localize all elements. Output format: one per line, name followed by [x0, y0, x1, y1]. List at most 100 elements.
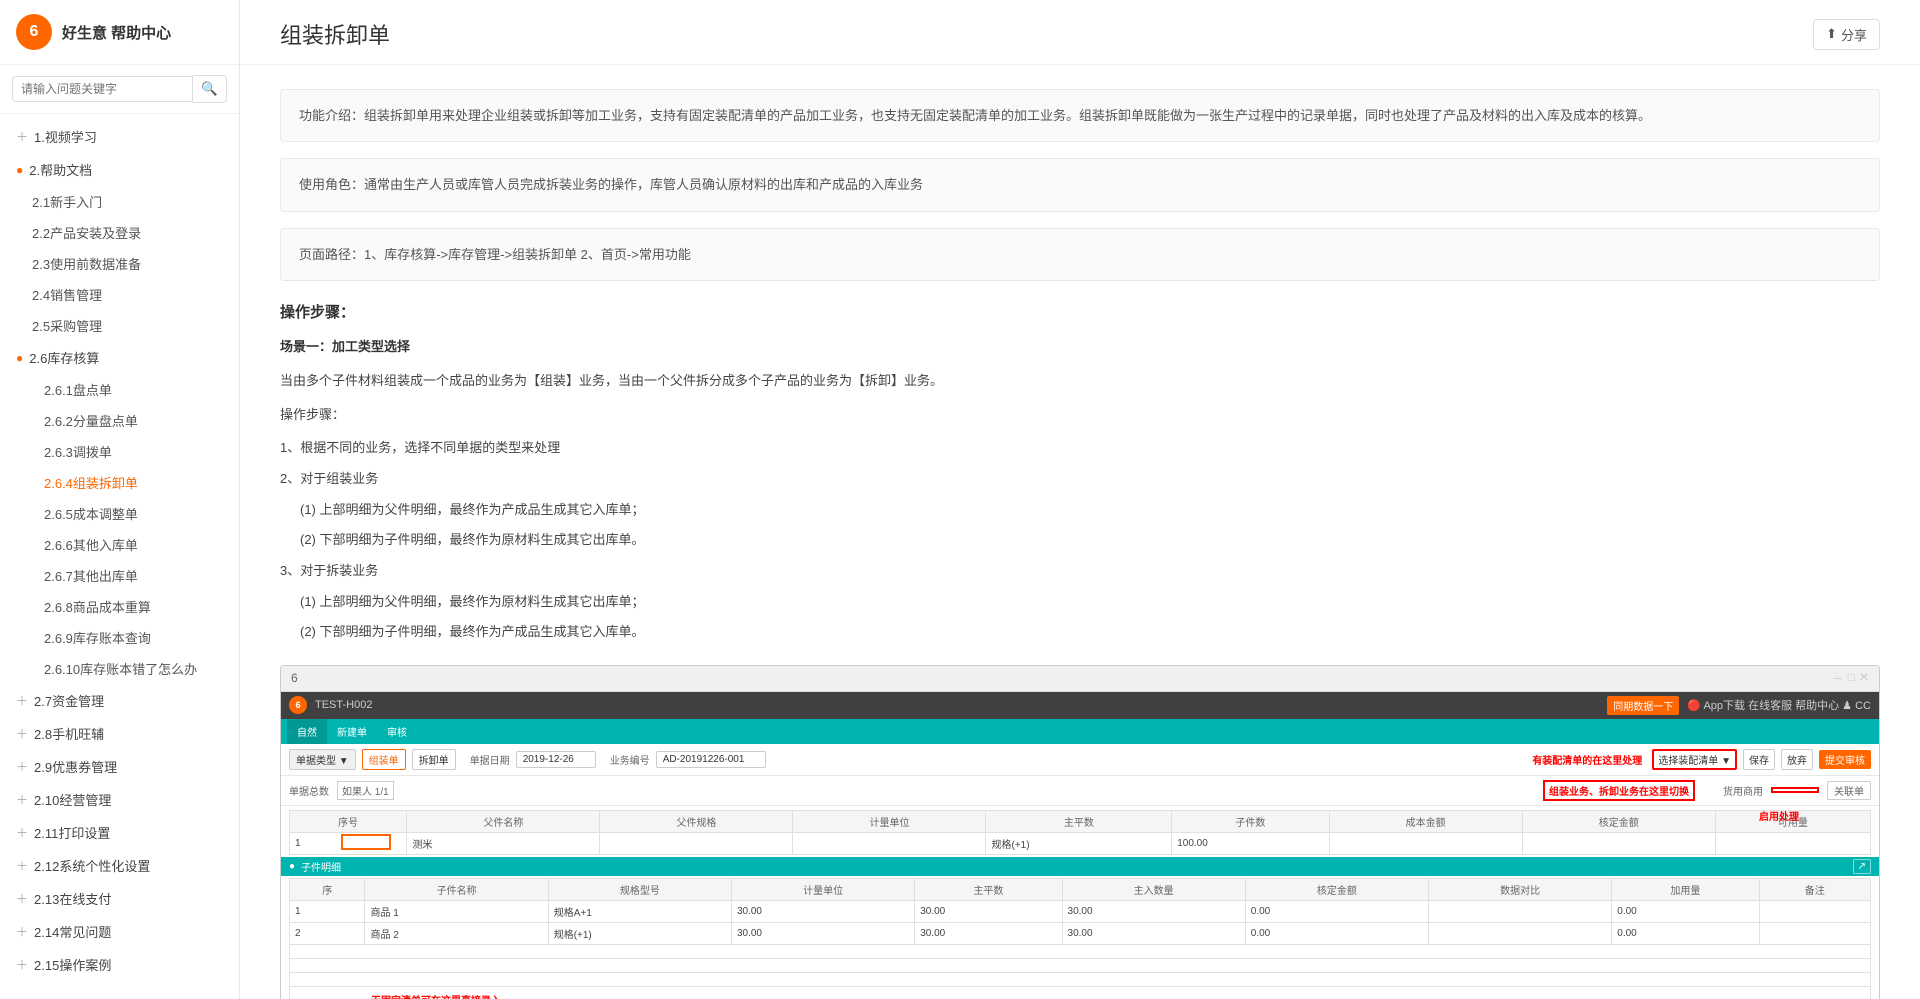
- td2-qtyp-2: 30.00: [731, 922, 914, 944]
- page-header: 组装拆卸单 ⬆ 分享: [240, 0, 1920, 65]
- inner-company: TEST-H002: [315, 699, 372, 711]
- inner-nav-item-1: 自然: [287, 719, 327, 744]
- plus-icon-2-7: ＋: [16, 692, 28, 709]
- th2-remark: 备注: [1759, 878, 1870, 900]
- sidebar-item-2-6-1[interactable]: 2.6.1盘点单: [0, 374, 239, 405]
- search-input[interactable]: [12, 76, 193, 102]
- search-box: 🔍: [0, 65, 239, 114]
- th2-unit: 主平数: [915, 878, 1062, 900]
- inner-topbar-icons: 🔴 App下载 在线客服 帮助中心 ♟ CC: [1687, 697, 1871, 713]
- inner-btn-bom: 选择装配清单 ▼: [1652, 749, 1737, 770]
- sidebar-item-2-8[interactable]: ＋ 2.8手机旺辅: [0, 717, 239, 750]
- share-label: 分享: [1841, 25, 1867, 44]
- sidebar-item-2-6-6[interactable]: 2.6.6其他入库单: [0, 529, 239, 560]
- sidebar-item-2-6[interactable]: ● 2.6库存核算: [0, 341, 239, 374]
- minus-icon: ●: [16, 163, 23, 177]
- sidebar-item-2-7[interactable]: ＋ 2.7资金管理: [0, 684, 239, 717]
- label-yonghuo: 货用商用: [1723, 783, 1763, 798]
- sidebar-item-2-9[interactable]: ＋ 2.9优惠券管理: [0, 750, 239, 783]
- th2-qty-act: 主入数量: [1062, 878, 1245, 900]
- field-sub1: 如果人 1/1: [337, 781, 394, 800]
- step-2-1: (1) 上部明细为父件明细，最终作为产成品生成其它入库单；: [300, 498, 1880, 523]
- ops-steps-label: 操作步骤：: [280, 402, 1880, 428]
- td2-cost-2: 0.00: [1245, 922, 1428, 944]
- sidebar-item-2-6-5[interactable]: 2.6.5成本调整单: [0, 498, 239, 529]
- inner-toolbar-row1: 单据类型 ▼ 组装单 拆卸单 单据日期 2019-12-26 业务编号 AD-2…: [281, 744, 1879, 776]
- content-area: 组装拆卸单 ⬆ 分享 功能介绍：组装拆卸单用来处理企业组装或拆卸等加工业务，支持…: [240, 0, 1920, 999]
- inner-tables-container: 启用处理 序号 父件名称 父件规格 计量单位: [281, 806, 1879, 999]
- sidebar-item-2-1[interactable]: 2.1新手入门: [0, 186, 239, 217]
- sidebar-item-2[interactable]: ● 2.帮助文档: [0, 153, 239, 186]
- sidebar-item-2-5[interactable]: 2.5采购管理: [0, 310, 239, 341]
- inner-topbar: 6 TEST-H002 同期数据一下 🔴 App下载 在线客服 帮助中心 ♟ C…: [281, 692, 1879, 719]
- plus-icon-2-15: ＋: [16, 956, 28, 973]
- td-seq-1: 1: [290, 832, 407, 854]
- inner-nav-item-3: 审核: [377, 719, 417, 744]
- td2-avail-2: 0.00: [1612, 922, 1759, 944]
- table-row: [290, 944, 1871, 958]
- inner-section-header: ● 子件明细 ↗: [281, 857, 1879, 876]
- share-button[interactable]: ⬆ 分享: [1813, 19, 1880, 50]
- tb-btn-chai: 拆卸单: [412, 749, 456, 770]
- sidebar-item-2-6-10[interactable]: 2.6.10库存账本错了怎么办: [0, 653, 239, 684]
- scenario1-desc: 当由多个子件材料组装成一个成品的业务为【组装】业务，当由一个父件拆分成多个子产品…: [280, 368, 1880, 394]
- td2-cmp-1: [1429, 900, 1612, 922]
- table-row: 2 商品 2 规格(+1) 30.00 30.00 30.00 0.00 0.: [290, 922, 1871, 944]
- plus-icon-2-9: ＋: [16, 758, 28, 775]
- sidebar-item-2-3[interactable]: 2.3使用前数据准备: [0, 248, 239, 279]
- td2-qtya-2: 30.00: [1062, 922, 1245, 944]
- td2-spec-2: 规格(+1): [548, 922, 731, 944]
- sidebar-item-2-6-3[interactable]: 2.6.3调拨单: [0, 436, 239, 467]
- th-seq: 序号: [290, 810, 407, 832]
- sidebar-item-2-6-4[interactable]: 2.6.4组装拆卸单: [0, 467, 239, 498]
- sidebar-item-2-8-label: 2.8手机旺辅: [34, 724, 104, 743]
- sidebar-item-2-13[interactable]: ＋ 2.13在线支付: [0, 882, 239, 915]
- sidebar-item-2-13-label: 2.13在线支付: [34, 889, 111, 908]
- sidebar-item-2-12[interactable]: ＋ 2.12系统个性化设置: [0, 849, 239, 882]
- sidebar-item-2-14[interactable]: ＋ 2.14常见问题: [0, 915, 239, 948]
- sidebar-item-2-11[interactable]: ＋ 2.11打印设置: [0, 816, 239, 849]
- intro-text-1: 功能介绍：组装拆卸单用来处理企业组装或拆卸等加工业务，支持有固定装配清单的产品加…: [299, 108, 1651, 123]
- plus-icon-2-12: ＋: [16, 857, 28, 874]
- inner-nav-item-2: 新建单: [327, 719, 377, 744]
- td2-remark-1: [1759, 900, 1870, 922]
- sidebar-item-2-2[interactable]: 2.2产品安装及登录: [0, 217, 239, 248]
- tb-label-date: 单据日期: [470, 752, 510, 767]
- sidebar-item-2-10-label: 2.10经营管理: [34, 790, 111, 809]
- btn-right: 关联单: [1827, 781, 1871, 800]
- th-qty1: 主平数: [986, 810, 1172, 832]
- sidebar-item-2-4[interactable]: 2.4销售管理: [0, 279, 239, 310]
- sidebar-item-2-15[interactable]: ＋ 2.15操作案例: [0, 948, 239, 981]
- intro-text-2: 使用角色：通常由生产人员或库管人员完成拆装业务的操作，库管人员确认原材料的出库和…: [299, 177, 923, 192]
- screenshot-titlebar: 6 － □ ✕: [281, 666, 1879, 692]
- td2-unit-1: 30.00: [915, 900, 1062, 922]
- tb-field-date: 2019-12-26: [516, 751, 596, 768]
- td-qty2-1: 100.00: [1172, 832, 1329, 854]
- sidebar-item-2-6-8[interactable]: 2.6.8商品成本重算: [0, 591, 239, 622]
- search-button[interactable]: 🔍: [193, 75, 227, 103]
- step-2-2: (2) 下部明细为子件明细，最终作为原材料生成其它出库单。: [300, 528, 1880, 553]
- th2-avail: 加用量: [1612, 878, 1759, 900]
- tb-field-bizno: AD-20191226-001: [656, 751, 766, 768]
- steps-list: 1、根据不同的业务，选择不同单据的类型来处理 2、对于组装业务 (1) 上部明细…: [280, 436, 1880, 645]
- path-block: 页面路径：1、库存核算->库存管理->组装拆卸单 2、首页->常用功能: [280, 228, 1880, 281]
- sidebar-item-2-10[interactable]: ＋ 2.10经营管理: [0, 783, 239, 816]
- td2-qtya-1: 30.00: [1062, 900, 1245, 922]
- sidebar-item-1[interactable]: ＋ 1.视频学习: [0, 120, 239, 153]
- sidebar-item-2-6-2[interactable]: 2.6.2分量盘点单: [0, 405, 239, 436]
- inner-logo: 6: [289, 696, 307, 714]
- sidebar-item-2-6-9[interactable]: 2.6.9库存账本查询: [0, 622, 239, 653]
- annotation-label-3: 启用处理: [1759, 808, 1799, 823]
- step-3-1: (1) 上部明细为父件明细，最终作为原材料生成其它出库单；: [300, 590, 1880, 615]
- th2-seq: 序: [290, 878, 365, 900]
- path-text: 页面路径：1、库存核算->库存管理->组装拆卸单 2、首页->常用功能: [299, 247, 691, 262]
- section-btn-right: ↗: [1853, 859, 1871, 874]
- td-fspec-1: [600, 832, 793, 854]
- sidebar-item-2-6-7[interactable]: 2.6.7其他出库单: [0, 560, 239, 591]
- inner-subinfo-row: 单据总数 如果人 1/1 组装业务、拆卸业务在这里切换 货用商用 关联单: [281, 776, 1879, 806]
- inner-btn-confirm: 提交审核: [1819, 750, 1871, 769]
- annotation-label-2: 组装业务、拆卸业务在这里切换: [1543, 780, 1695, 801]
- tb-btn-zu: 组装单: [362, 749, 406, 770]
- inner-btn-save: 保存: [1743, 749, 1775, 770]
- td-fname-1: 测米: [407, 832, 600, 854]
